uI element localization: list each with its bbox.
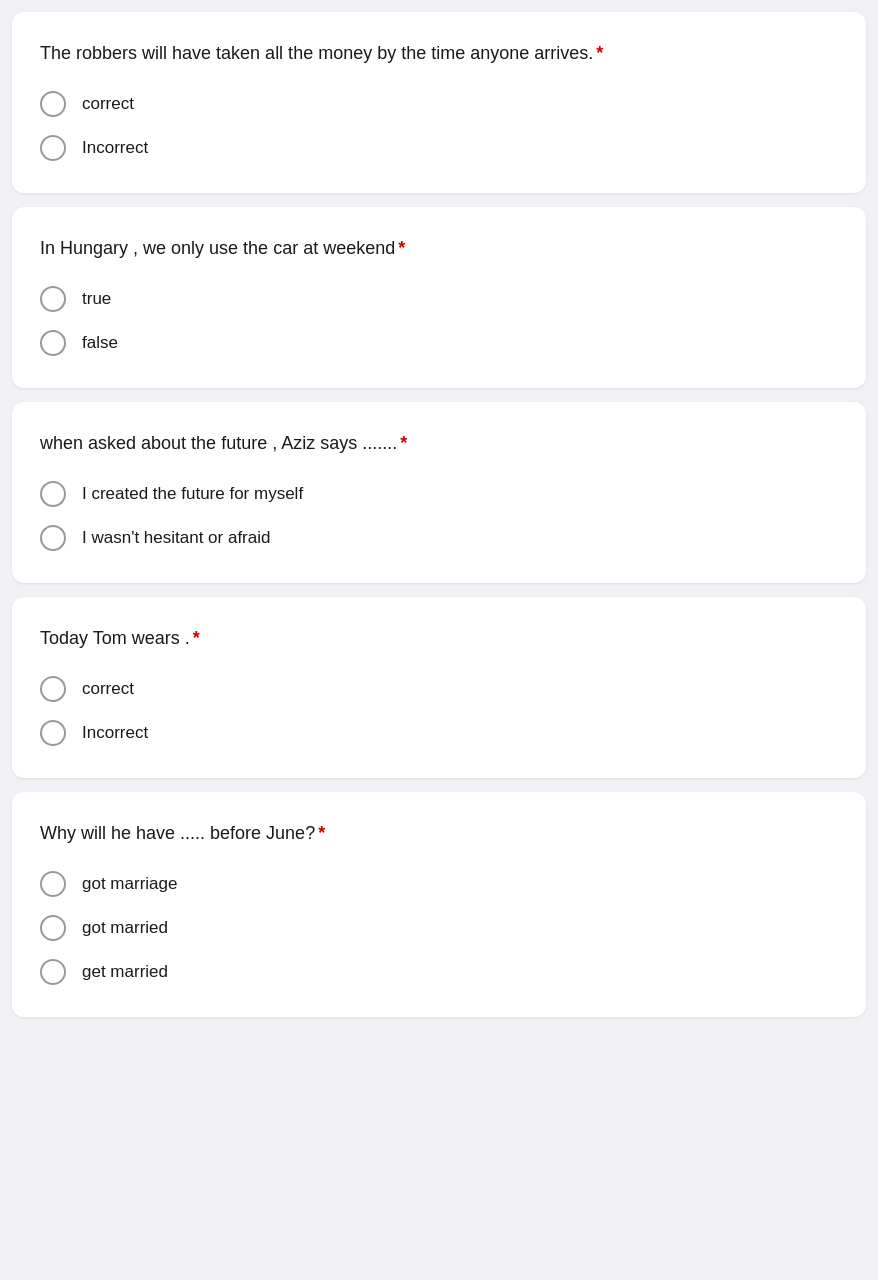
option-label: got married: [82, 918, 168, 938]
option-label: false: [82, 333, 118, 353]
option-row-3-2[interactable]: I wasn't hesitant or afraid: [40, 525, 838, 551]
option-row-3-1[interactable]: I created the future for myself: [40, 481, 838, 507]
radio-circle[interactable]: [40, 286, 66, 312]
question-text-1: The robbers will have taken all the mone…: [40, 40, 838, 67]
radio-circle[interactable]: [40, 330, 66, 356]
radio-circle[interactable]: [40, 91, 66, 117]
radio-circle[interactable]: [40, 481, 66, 507]
required-star: *: [318, 823, 325, 843]
required-star: *: [398, 238, 405, 258]
option-row-5-2[interactable]: got married: [40, 915, 838, 941]
required-star: *: [596, 43, 603, 63]
radio-circle[interactable]: [40, 676, 66, 702]
question-card-4: Today Tom wears .* correct Incorrect: [12, 597, 866, 778]
option-label: get married: [82, 962, 168, 982]
option-label: Incorrect: [82, 138, 148, 158]
question-text-3: when asked about the future , Aziz says …: [40, 430, 838, 457]
required-star: *: [400, 433, 407, 453]
question-text-5: Why will he have ..... before June?*: [40, 820, 838, 847]
option-label: true: [82, 289, 111, 309]
option-row-1-2[interactable]: Incorrect: [40, 135, 838, 161]
option-label: correct: [82, 679, 134, 699]
question-card-3: when asked about the future , Aziz says …: [12, 402, 866, 583]
radio-circle[interactable]: [40, 525, 66, 551]
option-label: correct: [82, 94, 134, 114]
option-row-1-1[interactable]: correct: [40, 91, 838, 117]
question-text-2: In Hungary , we only use the car at week…: [40, 235, 838, 262]
radio-circle[interactable]: [40, 720, 66, 746]
option-label: got marriage: [82, 874, 177, 894]
option-row-5-3[interactable]: get married: [40, 959, 838, 985]
question-card-1: The robbers will have taken all the mone…: [12, 12, 866, 193]
option-row-2-1[interactable]: true: [40, 286, 838, 312]
question-text-4: Today Tom wears .*: [40, 625, 838, 652]
radio-circle[interactable]: [40, 871, 66, 897]
option-label: I created the future for myself: [82, 484, 303, 504]
option-row-4-1[interactable]: correct: [40, 676, 838, 702]
required-star: *: [193, 628, 200, 648]
radio-circle[interactable]: [40, 915, 66, 941]
option-label: Incorrect: [82, 723, 148, 743]
option-label: I wasn't hesitant or afraid: [82, 528, 270, 548]
question-card-2: In Hungary , we only use the car at week…: [12, 207, 866, 388]
radio-circle[interactable]: [40, 135, 66, 161]
radio-circle[interactable]: [40, 959, 66, 985]
option-row-2-2[interactable]: false: [40, 330, 838, 356]
questions-container: The robbers will have taken all the mone…: [12, 12, 866, 1017]
question-card-5: Why will he have ..... before June?* got …: [12, 792, 866, 1017]
option-row-4-2[interactable]: Incorrect: [40, 720, 838, 746]
option-row-5-1[interactable]: got marriage: [40, 871, 838, 897]
